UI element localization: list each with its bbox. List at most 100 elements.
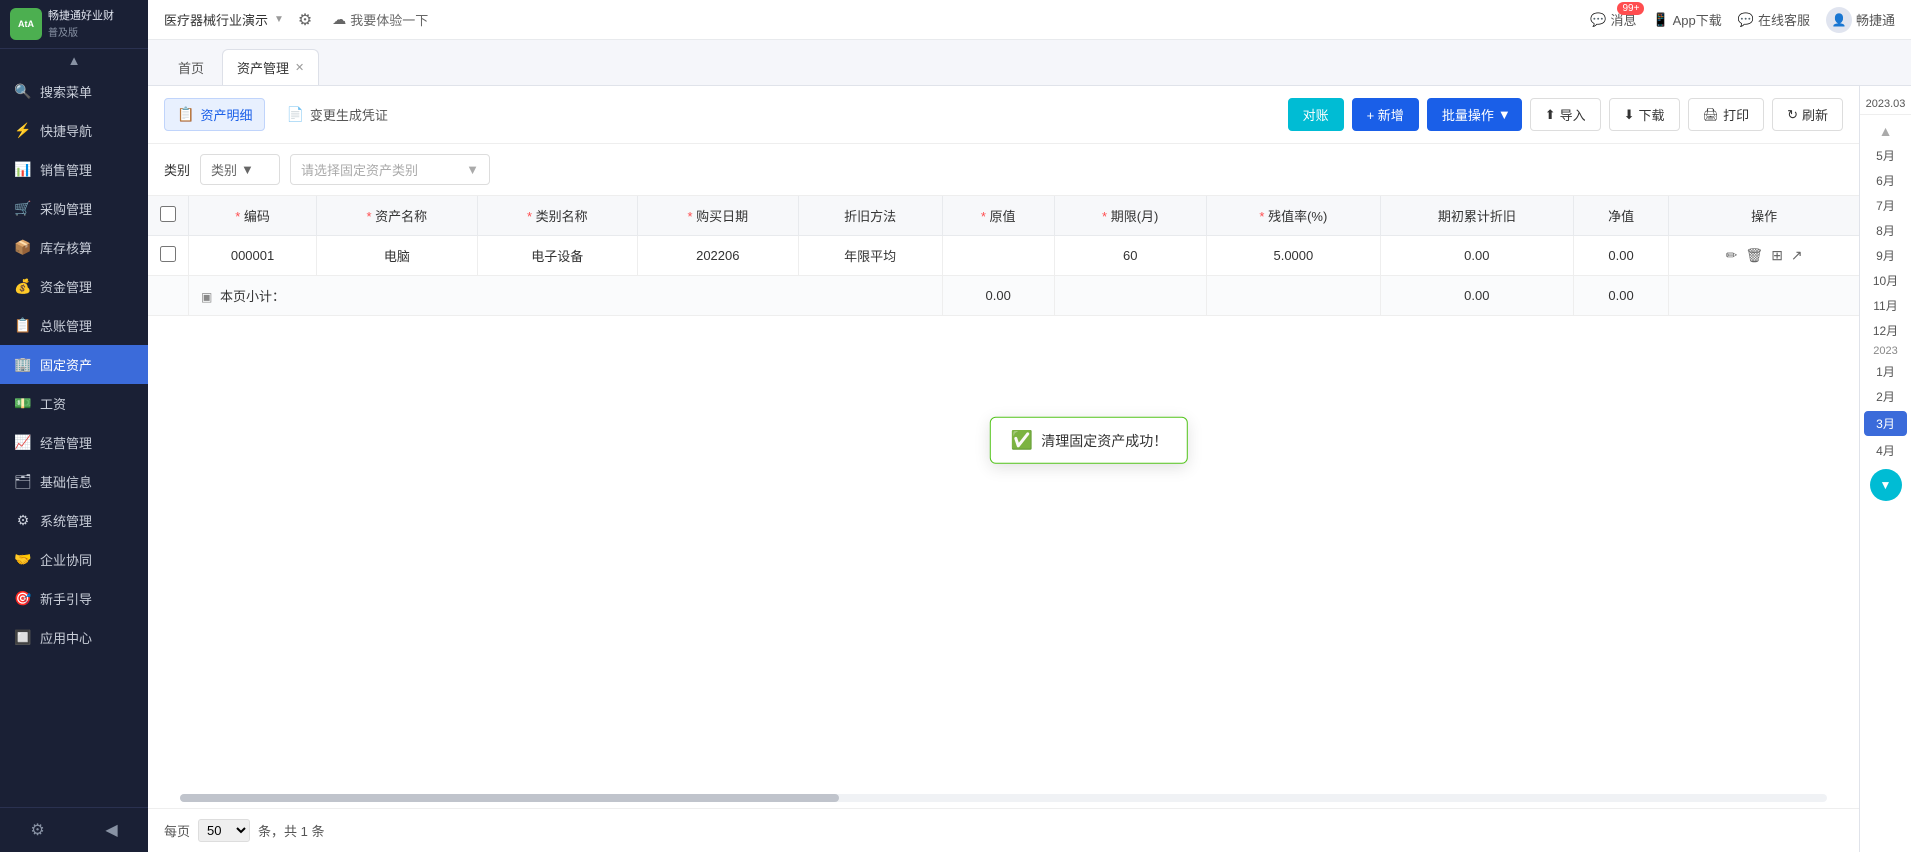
sidebar-item-salary[interactable]: 💵 工资 (0, 384, 148, 423)
rs-month-6[interactable]: 6月 (1860, 168, 1911, 193)
filter-input-arrow-icon: ▼ (466, 162, 479, 177)
experience-btn[interactable]: ☁ 我要体验一下 (332, 10, 428, 29)
experience-text: 我要体验一下 (350, 10, 428, 29)
sidebar-item-fixed-assets[interactable]: 🏢 固定资产 (0, 345, 148, 384)
sidebar-icon-business: 📈 (14, 434, 32, 451)
rs-down-circle-btn[interactable]: ▼ (1870, 469, 1902, 501)
sidebar-label-quicknav: 快捷导航 (40, 121, 92, 140)
sidebar-item-inventory[interactable]: 📦 库存核算 (0, 228, 148, 267)
rs-month-1[interactable]: 1月 (1860, 359, 1911, 384)
topbar: 医疗器械行业演示 ▼ ⚙ ☁ 我要体验一下 💬 消息 99+ 📱 App下载 💬… (148, 0, 1911, 40)
online-service-label: 在线客服 (1758, 10, 1810, 29)
batch-arrow-icon: ▼ (1498, 107, 1511, 122)
more-icon[interactable]: ↗ (1791, 247, 1803, 264)
sidebar-settings-btn[interactable]: ⚙ (22, 816, 52, 844)
sidebar-item-ledger[interactable]: 📋 总账管理 (0, 306, 148, 345)
row-initial-depreciation: 0.00 (1380, 236, 1573, 276)
rs-month-11[interactable]: 11月 (1860, 293, 1911, 318)
sidebar-item-purchase[interactable]: 🛒 采购管理 (0, 189, 148, 228)
rs-month-8[interactable]: 8月 (1860, 218, 1911, 243)
subtotal-label-cell: ▣ 本页小计： (189, 276, 943, 316)
sidebar-label-salary: 工资 (40, 394, 66, 413)
sidebar-scroll-up[interactable]: ▲ (0, 49, 148, 72)
new-btn[interactable]: + 新增 (1352, 98, 1419, 131)
copy-icon[interactable]: ⊞ (1771, 247, 1783, 264)
sidebar-item-fund[interactable]: 💰 资金管理 (0, 267, 148, 306)
user-name: 畅捷通 (1856, 10, 1895, 29)
sidebar-label-collab: 企业协同 (40, 550, 92, 569)
select-all-checkbox[interactable] (160, 206, 176, 222)
scrollbar-track[interactable] (180, 794, 1827, 802)
sidebar-item-business[interactable]: 📈 经营管理 (0, 423, 148, 462)
app-download-btn[interactable]: 📱 App下载 (1652, 10, 1721, 29)
sidebar-item-quicknav[interactable]: ⚡ 快捷导航 (0, 111, 148, 150)
rs-month-4[interactable]: 4月 (1860, 438, 1911, 463)
logo-text: 畅捷通好业财 (48, 9, 114, 23)
sidebar-label-apps: 应用中心 (40, 628, 92, 647)
sidebar-item-system[interactable]: ⚙ 系统管理 (0, 501, 148, 540)
filter-category-arrow: ▼ (241, 162, 254, 177)
sub-tab-asset-detail[interactable]: 📋 资产明细 (164, 98, 265, 131)
sidebar-icon-ledger: 📋 (14, 317, 32, 334)
sub-toolbar: 📋 资产明细 📄 变更生成凭证 对账 + 新增 (148, 86, 1859, 144)
rs-header: 2023.03 (1860, 94, 1911, 115)
tab-home[interactable]: 首页 (164, 50, 218, 85)
change-voucher-label: 变更生成凭证 (310, 105, 388, 124)
avatar: 👤 (1826, 7, 1852, 33)
edit-icon[interactable]: ✏ (1726, 247, 1738, 264)
col-period: 期限(月) (1054, 196, 1206, 236)
sidebar-icon-inventory: 📦 (14, 239, 32, 256)
filter-category-input[interactable]: 请选择固定资产类别 ▼ (290, 154, 490, 185)
sub-tab-change-voucher[interactable]: 📄 变更生成凭证 (273, 98, 400, 131)
delete-icon[interactable]: 🗑 (1745, 247, 1763, 264)
refresh-btn[interactable]: ↻ 刷新 (1772, 98, 1843, 131)
sidebar-collapse-btn[interactable]: ◀ (97, 816, 125, 844)
rs-month-3-current[interactable]: 3月 (1864, 411, 1907, 436)
batch-btn[interactable]: 批量操作 ▼ (1427, 98, 1522, 131)
rs-month-2[interactable]: 2月 (1860, 384, 1911, 409)
download-btn[interactable]: ⬇ 下载 (1609, 98, 1680, 131)
tab-asset-management[interactable]: 资产管理 ✕ (222, 49, 319, 85)
col-depreciation-method: 折旧方法 (798, 196, 942, 236)
sidebar-label-inventory: 库存核算 (40, 238, 92, 257)
messages-btn[interactable]: 💬 消息 99+ (1590, 10, 1636, 29)
rs-nav-up[interactable]: ▲ (1860, 119, 1911, 143)
topbar-settings-icon[interactable]: ⚙ (298, 10, 312, 30)
print-btn[interactable]: 🖨 打印 (1688, 98, 1765, 131)
sidebar-item-guide[interactable]: 🎯 新手引导 (0, 579, 148, 618)
asset-table: 编码 资产名称 类别名称 购买日期 折旧方法 原值 期限(月) 残值率(%) 期… (148, 196, 1859, 316)
subtotal-net-value: 0.00 (1573, 276, 1669, 316)
tab-close-icon[interactable]: ✕ (295, 61, 304, 74)
success-toast: ✅ 清理固定资产成功！ (990, 417, 1188, 464)
rs-month-9[interactable]: 9月 (1860, 243, 1911, 268)
sidebar-item-basic-info[interactable]: 🗂 基础信息 (0, 462, 148, 501)
rs-month-12[interactable]: 12月 (1860, 318, 1911, 343)
sidebar-label-system: 系统管理 (40, 511, 92, 530)
sidebar-item-search[interactable]: 🔍 搜索菜单 (0, 72, 148, 111)
import-btn[interactable]: ⬆ 导入 (1530, 98, 1601, 131)
col-checkbox (148, 196, 189, 236)
sidebar-item-sales[interactable]: 📊 销售管理 (0, 150, 148, 189)
rs-month-7[interactable]: 7月 (1860, 193, 1911, 218)
rs-month-5[interactable]: 5月 (1860, 143, 1911, 168)
sidebar-item-apps[interactable]: 🔲 应用中心 (0, 618, 148, 657)
sidebar-icon-fixed-assets: 🏢 (14, 356, 32, 373)
sidebar-icon-collab: 🤝 (14, 551, 32, 568)
tab-asset-management-label: 资产管理 (237, 58, 289, 77)
rs-month-10[interactable]: 10月 (1860, 268, 1911, 293)
user-menu[interactable]: 👤 畅捷通 (1826, 7, 1895, 33)
toast-message: 清理固定资产成功！ (1041, 430, 1167, 450)
subtotal-icon: ▣ (201, 290, 212, 304)
download-icon: 📱 (1652, 12, 1668, 28)
sidebar-item-collab[interactable]: 🤝 企业协同 (0, 540, 148, 579)
row-checkbox[interactable] (160, 246, 176, 262)
filter-category-dropdown[interactable]: 类别 ▼ (200, 154, 280, 185)
company-selector[interactable]: 医疗器械行业演示 ▼ (164, 10, 284, 29)
sidebar-label-sales: 销售管理 (40, 160, 92, 179)
online-service-btn[interactable]: 💬 在线客服 (1738, 10, 1810, 29)
sidebar-menu: 🔍 搜索菜单 ⚡ 快捷导航 📊 销售管理 🛒 采购管理 📦 库存核算 💰 资金管… (0, 72, 148, 807)
per-page-select[interactable]: 50 10 20 100 (198, 819, 250, 842)
scrollbar-thumb[interactable] (180, 794, 839, 802)
reconcile-btn[interactable]: 对账 (1288, 98, 1344, 131)
sidebar-icon-basic-info: 🗂 (14, 473, 32, 490)
